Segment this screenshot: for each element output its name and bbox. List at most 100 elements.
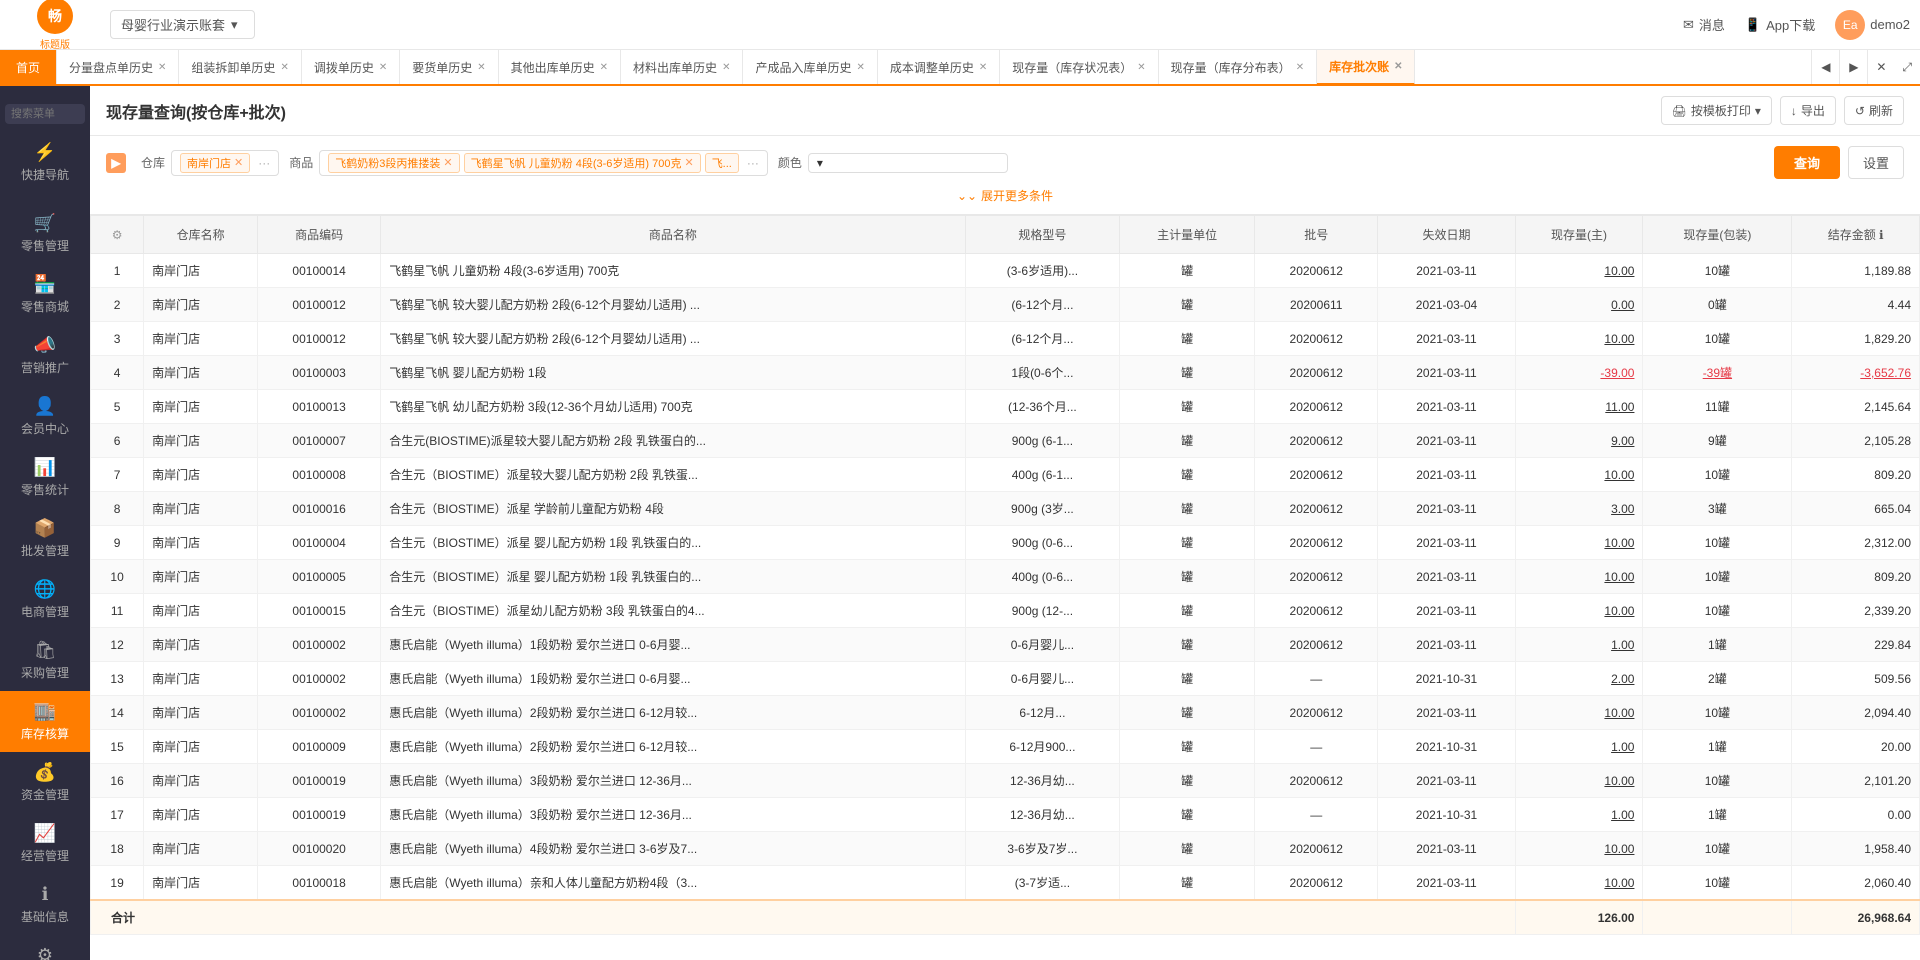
template-print-btn[interactable]: 🖨 按模板打印 ▾ bbox=[1661, 96, 1772, 125]
tab-product-inbound[interactable]: 产成品入库单历史 ✕ bbox=[743, 50, 877, 85]
app-download-btn[interactable]: 📱 App下载 bbox=[1745, 15, 1815, 34]
row-qty-main[interactable]: -39.00 bbox=[1515, 356, 1643, 390]
row-qty-main[interactable]: 10.00 bbox=[1515, 696, 1643, 730]
sidebar-item-retail-stats[interactable]: 📊 零售统计 bbox=[0, 447, 90, 508]
tab-close-icon[interactable]: ✕ bbox=[379, 62, 387, 73]
expand-chevron-icon: ⌄⌄ bbox=[957, 189, 977, 203]
tab-close-icon[interactable]: ✕ bbox=[477, 62, 485, 73]
row-qty-main[interactable]: 11.00 bbox=[1515, 390, 1643, 424]
sidebar-item-marketing[interactable]: 📣 营销推广 bbox=[0, 325, 90, 386]
row-qty-main[interactable]: 0.00 bbox=[1515, 288, 1643, 322]
tab-sampling[interactable]: 调拨单历史 ✕ bbox=[302, 50, 400, 85]
sidebar-item-inventory-check[interactable]: 🏬 库存核算 bbox=[0, 691, 90, 752]
product-tag-0-close[interactable]: ✕ bbox=[443, 156, 452, 169]
sidebar-item-finance-mgmt[interactable]: 💰 资金管理 bbox=[0, 752, 90, 813]
table-row: 8 南岸门店 00100016 合生元（BIOSTIME）派星 学龄前儿童配方奶… bbox=[91, 492, 1920, 526]
tab-close-icon[interactable]: ✕ bbox=[722, 62, 730, 73]
product-tag-container[interactable]: 飞鹤奶粉3段丙推搂装 ✕ 飞鹤星飞帆 儿童奶粉 4段(3-6岁适用) 700克 … bbox=[319, 150, 768, 176]
row-batch: — bbox=[1255, 662, 1378, 696]
tab-split-inventory[interactable]: 分量盘点单历史 ✕ bbox=[57, 50, 179, 85]
sidebar-item-basic-info[interactable]: ℹ 基础信息 bbox=[0, 874, 90, 935]
row-qty-main[interactable]: 1.00 bbox=[1515, 628, 1643, 662]
row-qty-main[interactable]: 10.00 bbox=[1515, 560, 1643, 594]
refresh-btn[interactable]: ↺ 刷新 bbox=[1844, 96, 1904, 125]
search-input[interactable] bbox=[5, 104, 85, 124]
sidebar-item-retail-mgmt[interactable]: 🛒 零售管理 bbox=[0, 203, 90, 264]
row-qty-main[interactable]: 9.00 bbox=[1515, 424, 1643, 458]
tab-prev-btn[interactable]: ◀ bbox=[1812, 50, 1840, 85]
color-tag-container[interactable]: ▾ bbox=[808, 153, 1008, 173]
row-batch: 20200612 bbox=[1255, 832, 1378, 866]
settings-btn[interactable]: 设置 bbox=[1848, 146, 1904, 179]
row-qty-main[interactable]: 3.00 bbox=[1515, 492, 1643, 526]
ecommerce-mgmt-label: 电商管理 bbox=[21, 603, 69, 620]
row-spec: (3-6岁适用)... bbox=[965, 254, 1120, 288]
sidebar-item-retail-mall[interactable]: 🏪 零售商城 bbox=[0, 264, 90, 325]
settings-icon[interactable]: ⚙ bbox=[112, 228, 123, 242]
logo-icon: 畅 bbox=[37, 0, 73, 34]
tab-close-icon[interactable]: ✕ bbox=[979, 62, 987, 73]
row-qty-main[interactable]: 10.00 bbox=[1515, 594, 1643, 628]
row-qty-main[interactable]: 10.00 bbox=[1515, 322, 1643, 356]
export-btn[interactable]: ↓ 导出 bbox=[1780, 96, 1836, 125]
col-product-code: 商品编码 bbox=[258, 216, 381, 254]
row-qty-main[interactable]: 2.00 bbox=[1515, 662, 1643, 696]
row-qty-main[interactable]: 10.00 bbox=[1515, 832, 1643, 866]
row-qty-main[interactable]: 10.00 bbox=[1515, 254, 1643, 288]
sidebar-item-wholesale-mgmt[interactable]: 📦 批发管理 bbox=[0, 508, 90, 569]
sidebar-item-member-center[interactable]: 👤 会员中心 bbox=[0, 386, 90, 447]
tab-close-icon[interactable]: ✕ bbox=[1296, 62, 1304, 73]
row-balance: 809.20 bbox=[1792, 560, 1920, 594]
row-warehouse: 南岸门店 bbox=[144, 832, 258, 866]
tab-material-outbound[interactable]: 材料出库单历史 ✕ bbox=[621, 50, 743, 85]
industry-selector[interactable]: 母婴行业演示账套 ▾ bbox=[110, 10, 255, 39]
warehouse-tag-container[interactable]: 南岸门店 ✕ ··· bbox=[171, 150, 279, 176]
tab-home[interactable]: 首页 bbox=[0, 50, 57, 85]
product-more-icon[interactable]: ··· bbox=[747, 156, 759, 170]
row-balance: 229.84 bbox=[1792, 628, 1920, 662]
row-qty-main[interactable]: 10.00 bbox=[1515, 764, 1643, 798]
expand-more-conditions-btn[interactable]: ⌄⌄ 展开更多条件 bbox=[106, 187, 1904, 204]
row-qty-main[interactable]: 1.00 bbox=[1515, 730, 1643, 764]
warehouse-tag-close[interactable]: ✕ bbox=[234, 156, 243, 169]
refresh-icon: ↺ bbox=[1855, 104, 1865, 118]
expand-filter-btn[interactable]: ▶ bbox=[106, 153, 126, 173]
row-qty-main[interactable]: 10.00 bbox=[1515, 866, 1643, 901]
row-product-name: 合生元（BIOSTIME）派星 婴儿配方奶粉 1段 乳铁蛋白的... bbox=[381, 560, 965, 594]
tab-other-outbound[interactable]: 其他出库单历史 ✕ bbox=[499, 50, 621, 85]
user-profile[interactable]: Ea demo2 bbox=[1835, 10, 1910, 40]
sidebar-item-purchase-mgmt[interactable]: 🛍 采购管理 bbox=[0, 630, 90, 691]
tab-cost-adjust[interactable]: 成本调整单历史 ✕ bbox=[878, 50, 1000, 85]
tab-inventory-dist[interactable]: 现存量（库存分布表） ✕ bbox=[1159, 50, 1317, 85]
tab-disassemble[interactable]: 组装拆卸单历史 ✕ bbox=[179, 50, 301, 85]
tab-close-icon[interactable]: ✕ bbox=[856, 62, 864, 73]
warehouse-more-icon[interactable]: ··· bbox=[258, 156, 270, 170]
row-qty-pack: 10罐 bbox=[1643, 866, 1792, 901]
tab-close-icon[interactable]: ✕ bbox=[1137, 62, 1145, 73]
row-qty-main[interactable]: 10.00 bbox=[1515, 458, 1643, 492]
sidebar-item-operations-mgmt[interactable]: 📈 经营管理 bbox=[0, 813, 90, 874]
tab-close-icon[interactable]: ✕ bbox=[158, 62, 166, 73]
row-qty-main[interactable]: 10.00 bbox=[1515, 526, 1643, 560]
tab-close-icon[interactable]: ✕ bbox=[600, 62, 608, 73]
message-btn[interactable]: ✉ 消息 bbox=[1683, 15, 1725, 34]
sidebar-item-quick-nav[interactable]: ⚡ 快捷导航 bbox=[0, 132, 90, 193]
tab-requisition[interactable]: 要货单历史 ✕ bbox=[400, 50, 498, 85]
tab-close-icon[interactable]: ✕ bbox=[280, 62, 288, 73]
tab-maximize-btn[interactable]: ⤢ bbox=[1894, 60, 1920, 75]
row-qty-main[interactable]: 1.00 bbox=[1515, 798, 1643, 832]
tab-inventory-status[interactable]: 现存量（库存状况表） ✕ bbox=[1000, 50, 1158, 85]
tab-next-btn[interactable]: ▶ bbox=[1840, 50, 1868, 85]
row-product-name: 惠氏启能（Wyeth illuma）4段奶粉 爱尔兰进口 3-6岁及7... bbox=[381, 832, 965, 866]
page-actions: 🖨 按模板打印 ▾ ↓ 导出 ↺ 刷新 bbox=[1661, 96, 1904, 125]
row-product-code: 00100002 bbox=[258, 662, 381, 696]
sidebar-item-system-mgmt[interactable]: ⚙ 系统管理 bbox=[0, 935, 90, 960]
tab-close-all-btn[interactable]: ✕ bbox=[1868, 60, 1894, 74]
row-batch: 20200612 bbox=[1255, 322, 1378, 356]
product-tag-1-close[interactable]: ✕ bbox=[684, 156, 693, 169]
tab-batch-voucher[interactable]: 库存批次账 ✕ bbox=[1317, 50, 1415, 85]
query-btn[interactable]: 查询 bbox=[1774, 146, 1840, 179]
col-settings[interactable]: ⚙ bbox=[91, 216, 144, 254]
tab-close-icon[interactable]: ✕ bbox=[1394, 61, 1402, 72]
sidebar-item-ecommerce-mgmt[interactable]: 🌐 电商管理 bbox=[0, 569, 90, 630]
